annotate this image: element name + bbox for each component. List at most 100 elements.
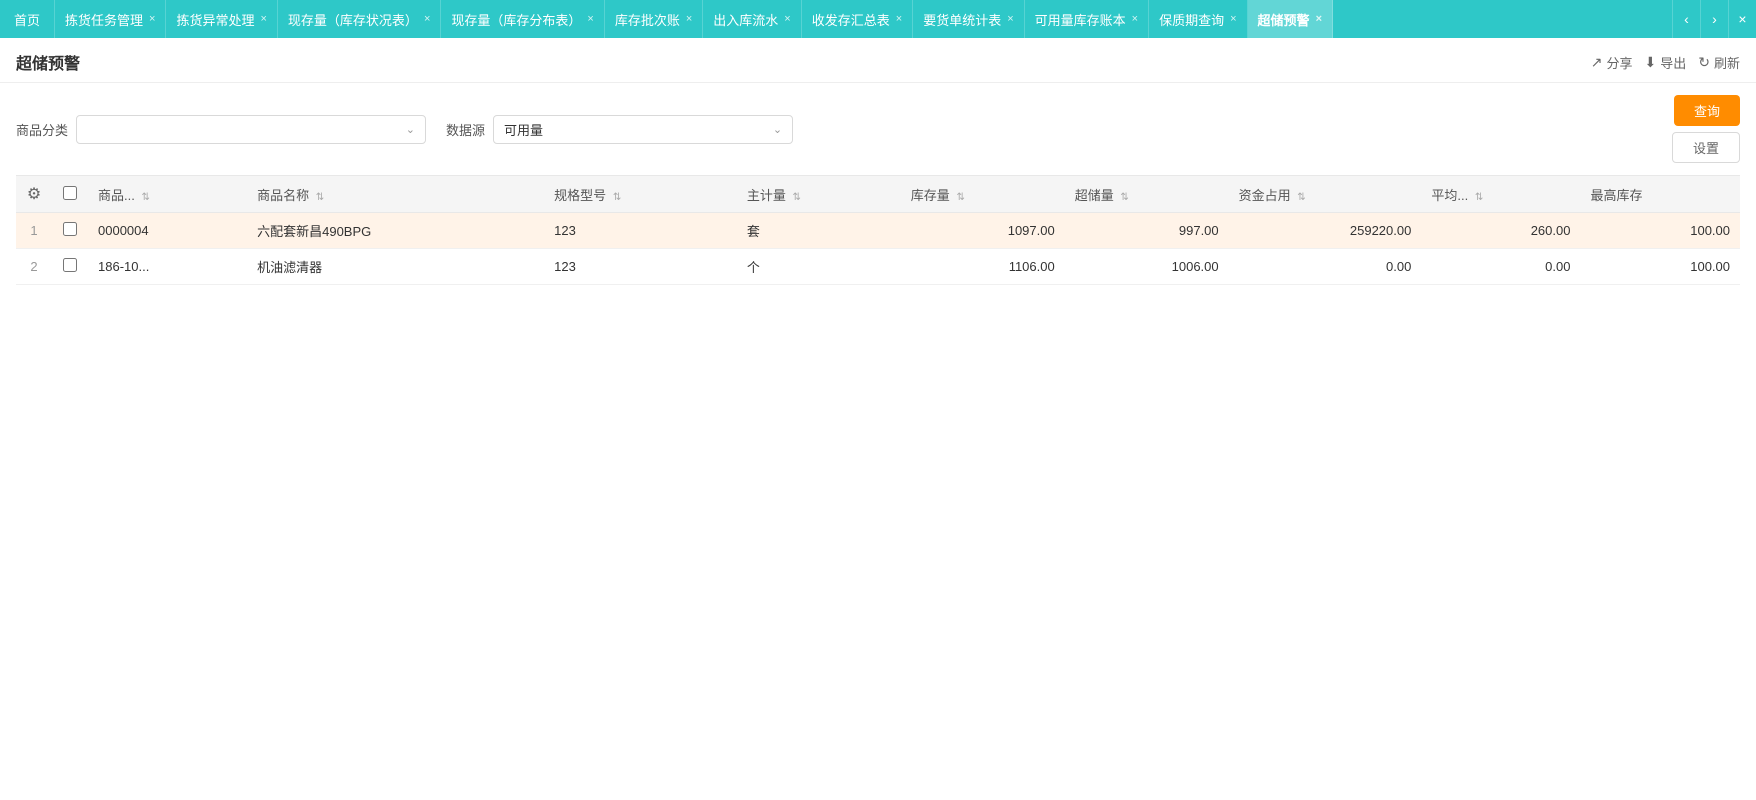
- data-source-value: 可用量: [504, 120, 543, 139]
- tab-inout-flow[interactable]: 出入库流水 ×: [703, 0, 801, 38]
- row-checkbox-cell[interactable]: [52, 249, 88, 285]
- nav-close-arrow[interactable]: ×: [1728, 0, 1756, 38]
- max-stock-header[interactable]: 最高库存: [1580, 176, 1740, 213]
- select-all-checkbox[interactable]: [63, 186, 77, 200]
- row-product-code: 0000004: [88, 213, 247, 249]
- tab-close-icon[interactable]: ×: [896, 13, 902, 25]
- row-avg: 0.00: [1421, 249, 1580, 285]
- tab-overstock-warning[interactable]: 超储预警 ×: [1248, 0, 1333, 38]
- home-tab[interactable]: 首页: [0, 0, 55, 38]
- avg-label: 平均...: [1431, 188, 1468, 203]
- row-num: 2: [30, 259, 37, 274]
- overstock-header[interactable]: 超储量 ⇅: [1065, 176, 1229, 213]
- product-name-header[interactable]: 商品名称 ⇅: [247, 176, 544, 213]
- tab-inventory-batch[interactable]: 库存批次账 ×: [605, 0, 703, 38]
- unit-label: 主计量: [747, 188, 786, 203]
- data-source-label: 数据源: [446, 120, 485, 139]
- nav-right-arrow[interactable]: ›: [1700, 0, 1728, 38]
- row-checkbox-cell[interactable]: [52, 213, 88, 249]
- tab-close-icon[interactable]: ×: [1007, 13, 1013, 25]
- data-source-select[interactable]: 可用量 ⌄: [493, 115, 793, 144]
- tab-close-icon[interactable]: ×: [1132, 13, 1138, 25]
- sort-icon: ⇅: [613, 192, 621, 203]
- row-num: 1: [30, 223, 37, 238]
- tab-close-icon[interactable]: ×: [424, 13, 430, 25]
- row-settings-cell: 2: [16, 249, 52, 285]
- row-inventory: 1097.00: [901, 213, 1065, 249]
- unit-header[interactable]: 主计量 ⇅: [737, 176, 901, 213]
- tab-close-icon[interactable]: ×: [784, 13, 790, 25]
- table-container: ⚙ 商品... ⇅ 商品名称 ⇅ 规格型号 ⇅: [0, 175, 1756, 285]
- inventory-header[interactable]: 库存量 ⇅: [901, 176, 1065, 213]
- topbar: 首页 拣货任务管理 × 拣货异常处理 × 现存量（库存状况表） × 现存量（库存…: [0, 0, 1756, 38]
- settings-button[interactable]: 设置: [1672, 132, 1740, 163]
- product-category-filter: 商品分类 ⌄: [16, 115, 426, 144]
- product-name-label: 商品名称: [257, 188, 309, 203]
- share-button[interactable]: ↗ 分享: [1591, 53, 1633, 72]
- inventory-label: 库存量: [911, 188, 950, 203]
- sort-icon: ⇅: [1475, 192, 1483, 203]
- tab-quality-period[interactable]: 保质期查询 ×: [1149, 0, 1247, 38]
- table-row: 2 186-10... 机油滤清器 123 个 1106.00 1006.00 …: [16, 249, 1740, 285]
- row-inventory: 1106.00: [901, 249, 1065, 285]
- gear-icon[interactable]: ⚙: [27, 186, 41, 203]
- export-button[interactable]: ⬇ 导出: [1645, 53, 1687, 72]
- tab-task-management[interactable]: 拣货任务管理 ×: [55, 0, 166, 38]
- tab-close-icon[interactable]: ×: [686, 13, 692, 25]
- spec-header[interactable]: 规格型号 ⇅: [544, 176, 737, 213]
- tab-close-icon[interactable]: ×: [1316, 13, 1322, 25]
- export-icon: ⬇: [1645, 54, 1657, 71]
- row-product-code: 186-10...: [88, 249, 247, 285]
- page-header: 超储预警 ↗ 分享 ⬇ 导出 ↻ 刷新: [0, 38, 1756, 83]
- row-checkbox[interactable]: [63, 258, 77, 272]
- query-button[interactable]: 查询: [1674, 95, 1740, 126]
- refresh-icon: ↻: [1698, 54, 1710, 71]
- checkbox-column-header: [52, 176, 88, 213]
- max-stock-label: 最高库存: [1590, 188, 1642, 203]
- tab-inventory-distribution[interactable]: 现存量（库存分布表） ×: [441, 0, 604, 38]
- product-code-label: 商品...: [98, 188, 135, 203]
- product-code-header[interactable]: 商品... ⇅: [88, 176, 247, 213]
- table-header-row: ⚙ 商品... ⇅ 商品名称 ⇅ 规格型号 ⇅: [16, 176, 1740, 213]
- tab-inventory-status[interactable]: 现存量（库存状况表） ×: [278, 0, 441, 38]
- avg-header[interactable]: 平均... ⇅: [1421, 176, 1580, 213]
- row-capital: 259220.00: [1229, 213, 1422, 249]
- page-title: 超储预警: [16, 50, 80, 74]
- tab-receive-summary[interactable]: 收发存汇总表 ×: [802, 0, 913, 38]
- sort-icon: ⇅: [793, 192, 801, 203]
- settings-column-header: ⚙: [16, 176, 52, 213]
- refresh-button[interactable]: ↻ 刷新: [1698, 53, 1740, 72]
- row-max-stock: 100.00: [1580, 249, 1740, 285]
- nav-left-arrow[interactable]: ‹: [1672, 0, 1700, 38]
- chevron-down-icon: ⌄: [406, 123, 415, 136]
- row-unit: 个: [737, 249, 901, 285]
- capital-label: 资金占用: [1239, 188, 1291, 203]
- filter-action-buttons: 查询 设置: [1672, 95, 1740, 163]
- tab-close-icon[interactable]: ×: [1230, 13, 1236, 25]
- tab-close-icon[interactable]: ×: [149, 13, 155, 25]
- page-actions: ↗ 分享 ⬇ 导出 ↻ 刷新: [1591, 53, 1740, 72]
- tab-available-stock[interactable]: 可用量库存账本 ×: [1025, 0, 1149, 38]
- row-checkbox[interactable]: [63, 222, 77, 236]
- row-product-name: 六配套新昌490BPG: [247, 213, 544, 249]
- table-body: 1 0000004 六配套新昌490BPG 123 套 1097.00 997.…: [16, 213, 1740, 285]
- sort-icon: ⇅: [1297, 192, 1305, 203]
- product-category-select[interactable]: ⌄: [76, 115, 426, 144]
- row-overstock: 1006.00: [1065, 249, 1229, 285]
- row-max-stock: 100.00: [1580, 213, 1740, 249]
- tab-demand-stats[interactable]: 要货单统计表 ×: [913, 0, 1024, 38]
- row-product-name: 机油滤清器: [247, 249, 544, 285]
- capital-header[interactable]: 资金占用 ⇅: [1229, 176, 1422, 213]
- tab-close-icon[interactable]: ×: [260, 13, 266, 25]
- filter-bar: 商品分类 ⌄ 数据源 可用量 ⌄ 查询 设置: [0, 83, 1756, 175]
- nav-arrows: ‹ › ×: [1672, 0, 1756, 38]
- row-unit: 套: [737, 213, 901, 249]
- row-avg: 260.00: [1421, 213, 1580, 249]
- tab-close-icon[interactable]: ×: [587, 13, 593, 25]
- row-settings-cell: 1: [16, 213, 52, 249]
- spec-label: 规格型号: [554, 188, 606, 203]
- page-content: 超储预警 ↗ 分享 ⬇ 导出 ↻ 刷新 商品分类 ⌄ 数据源: [0, 38, 1756, 800]
- product-category-label: 商品分类: [16, 120, 68, 139]
- tab-abnormal-processing[interactable]: 拣货异常处理 ×: [166, 0, 277, 38]
- chevron-down-icon: ⌄: [773, 123, 782, 136]
